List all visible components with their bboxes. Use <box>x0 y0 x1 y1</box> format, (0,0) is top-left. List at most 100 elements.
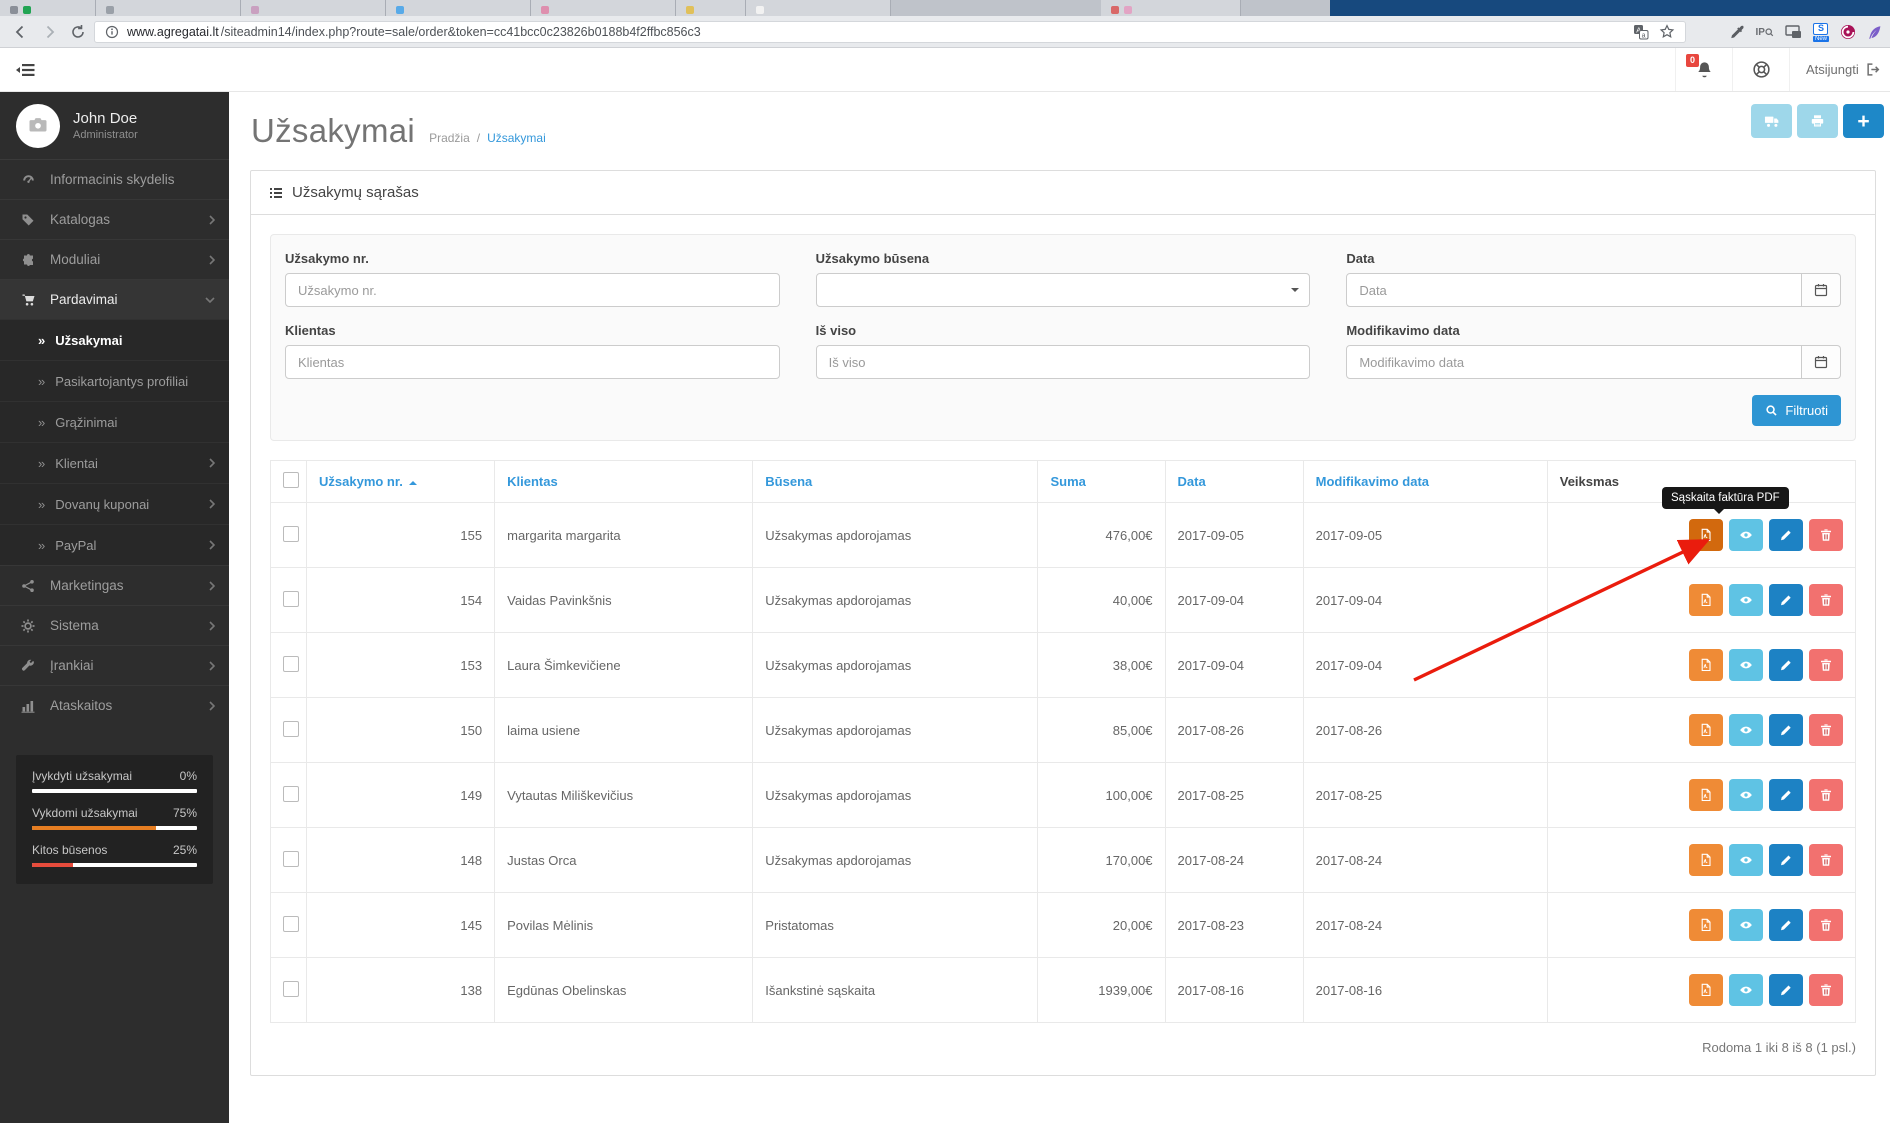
sidebar-subitem-customers[interactable]: » Klientai <box>0 442 229 483</box>
view-order-button[interactable] <box>1729 779 1763 811</box>
browser-tab[interactable] <box>1101 0 1241 16</box>
sidebar-item-marketing[interactable]: Marketingas <box>0 565 229 605</box>
edit-order-button[interactable] <box>1769 714 1803 746</box>
view-order-button[interactable] <box>1729 974 1763 1006</box>
logout-button[interactable]: Atsijungti <box>1789 48 1890 91</box>
browser-tab[interactable] <box>746 0 891 16</box>
browser-tab[interactable] <box>676 0 746 16</box>
notifications-button[interactable]: 0 <box>1675 48 1732 91</box>
eyedropper-extension-icon[interactable] <box>1730 25 1745 40</box>
shipping-list-button[interactable] <box>1751 104 1792 138</box>
browser-tab[interactable] <box>386 0 531 16</box>
sidebar-subitem-orders[interactable]: » Užsakymai <box>0 319 229 360</box>
edit-order-button[interactable] <box>1769 779 1803 811</box>
sidebar-subitem-recurring-profiles[interactable]: » Pasikartojantys profiliai <box>0 360 229 401</box>
view-order-button[interactable] <box>1729 844 1763 876</box>
address-bar[interactable]: www.agregatai.lt/siteadmin14/index.php?r… <box>94 21 1686 43</box>
sidebar-subitem-gift-vouchers[interactable]: » Dovanų kuponai <box>0 483 229 524</box>
view-order-button[interactable] <box>1729 909 1763 941</box>
column-header-order-nr[interactable]: Užsakymo nr. <box>306 460 496 503</box>
row-checkbox[interactable] <box>283 915 299 932</box>
row-checkbox[interactable] <box>283 590 299 607</box>
delete-order-button[interactable] <box>1809 649 1843 681</box>
browser-tab[interactable] <box>0 0 96 16</box>
edit-order-button[interactable] <box>1769 909 1803 941</box>
row-checkbox[interactable] <box>283 655 299 672</box>
sidebar-item-dashboard[interactable]: Informacinis skydelis <box>0 160 229 199</box>
column-header-total[interactable]: Suma <box>1037 460 1166 503</box>
reload-button[interactable] <box>70 24 86 40</box>
column-header-status[interactable]: Būsena <box>752 460 1039 503</box>
page-info-icon[interactable] <box>105 25 119 39</box>
delete-order-button[interactable] <box>1809 519 1843 551</box>
view-order-button[interactable] <box>1729 714 1763 746</box>
column-header-modified[interactable]: Modifikavimo data <box>1302 460 1548 503</box>
sidebar-item-sales[interactable]: Pardavimai <box>0 279 229 319</box>
row-checkbox[interactable] <box>283 525 299 542</box>
edit-order-button[interactable] <box>1769 584 1803 616</box>
back-button[interactable] <box>12 24 28 40</box>
aperture-extension-icon[interactable] <box>1840 24 1856 40</box>
select-all-checkbox[interactable] <box>283 472 299 488</box>
invoice-pdf-button[interactable] <box>1689 649 1723 681</box>
modified-date-input[interactable] <box>1346 345 1803 379</box>
invoice-pdf-button[interactable] <box>1689 779 1723 811</box>
delete-order-button[interactable] <box>1809 909 1843 941</box>
invoice-pdf-button[interactable] <box>1689 844 1723 876</box>
edit-order-button[interactable] <box>1769 974 1803 1006</box>
delete-order-button[interactable] <box>1809 974 1843 1006</box>
total-input[interactable] <box>815 345 1311 379</box>
browser-active-tab-area[interactable] <box>1330 0 1890 16</box>
print-invoice-button[interactable] <box>1797 104 1838 138</box>
row-checkbox[interactable] <box>283 850 299 867</box>
recorder-extension-icon[interactable]: S New <box>1812 22 1829 42</box>
sidebar-item-system[interactable]: Sistema <box>0 605 229 645</box>
translate-icon[interactable]: Aa <box>1633 24 1649 40</box>
browser-tab[interactable] <box>241 0 386 16</box>
row-checkbox[interactable] <box>283 720 299 737</box>
sidebar-toggle-button[interactable] <box>16 62 35 78</box>
edit-order-button[interactable] <box>1769 649 1803 681</box>
ip-extension-icon[interactable]: IP <box>1756 27 1774 38</box>
date-calendar-button[interactable] <box>1802 273 1841 307</box>
edit-order-button[interactable] <box>1769 519 1803 551</box>
sidebar-subitem-paypal[interactable]: » PayPal <box>0 524 229 565</box>
invoice-pdf-button[interactable] <box>1689 584 1723 616</box>
feather-extension-icon[interactable] <box>1867 25 1882 40</box>
sidebar-item-catalog[interactable]: Katalogas <box>0 199 229 239</box>
modified-calendar-button[interactable] <box>1802 345 1841 379</box>
delete-order-button[interactable] <box>1809 714 1843 746</box>
forward-button[interactable] <box>42 24 58 40</box>
view-order-button[interactable] <box>1729 649 1763 681</box>
browser-tab[interactable] <box>96 0 241 16</box>
support-button[interactable] <box>1732 48 1789 91</box>
breadcrumb-home[interactable]: Pradžia <box>429 131 470 145</box>
customer-input[interactable] <box>285 345 780 379</box>
sidebar-item-tools[interactable]: Įrankiai <box>0 645 229 685</box>
delete-order-button[interactable] <box>1809 844 1843 876</box>
row-checkbox[interactable] <box>283 785 299 802</box>
delete-order-button[interactable] <box>1809 779 1843 811</box>
order-nr-input[interactable] <box>285 273 780 307</box>
sidebar-item-modules[interactable]: Moduliai <box>0 239 229 279</box>
invoice-pdf-button[interactable] <box>1689 909 1723 941</box>
sidebar-item-reports[interactable]: Ataskaitos <box>0 685 229 725</box>
order-status-select[interactable] <box>815 273 1311 307</box>
browser-tab[interactable] <box>531 0 676 16</box>
breadcrumb-current[interactable]: Užsakymai <box>487 131 546 145</box>
add-order-button[interactable]: + <box>1843 104 1884 138</box>
invoice-pdf-button[interactable] <box>1689 974 1723 1006</box>
invoice-pdf-button[interactable] <box>1689 519 1723 551</box>
filter-button[interactable]: Filtruoti <box>1752 395 1841 426</box>
date-input[interactable] <box>1346 273 1803 307</box>
view-order-button[interactable] <box>1729 519 1763 551</box>
delete-order-button[interactable] <box>1809 584 1843 616</box>
bookmark-star-icon[interactable] <box>1659 24 1675 40</box>
sidebar-subitem-returns[interactable]: » Grąžinimai <box>0 401 229 442</box>
view-order-button[interactable] <box>1729 584 1763 616</box>
cast-extension-icon[interactable] <box>1785 25 1802 39</box>
edit-order-button[interactable] <box>1769 844 1803 876</box>
invoice-pdf-button[interactable] <box>1689 714 1723 746</box>
column-header-date[interactable]: Data <box>1164 460 1304 503</box>
row-checkbox[interactable] <box>283 980 299 997</box>
